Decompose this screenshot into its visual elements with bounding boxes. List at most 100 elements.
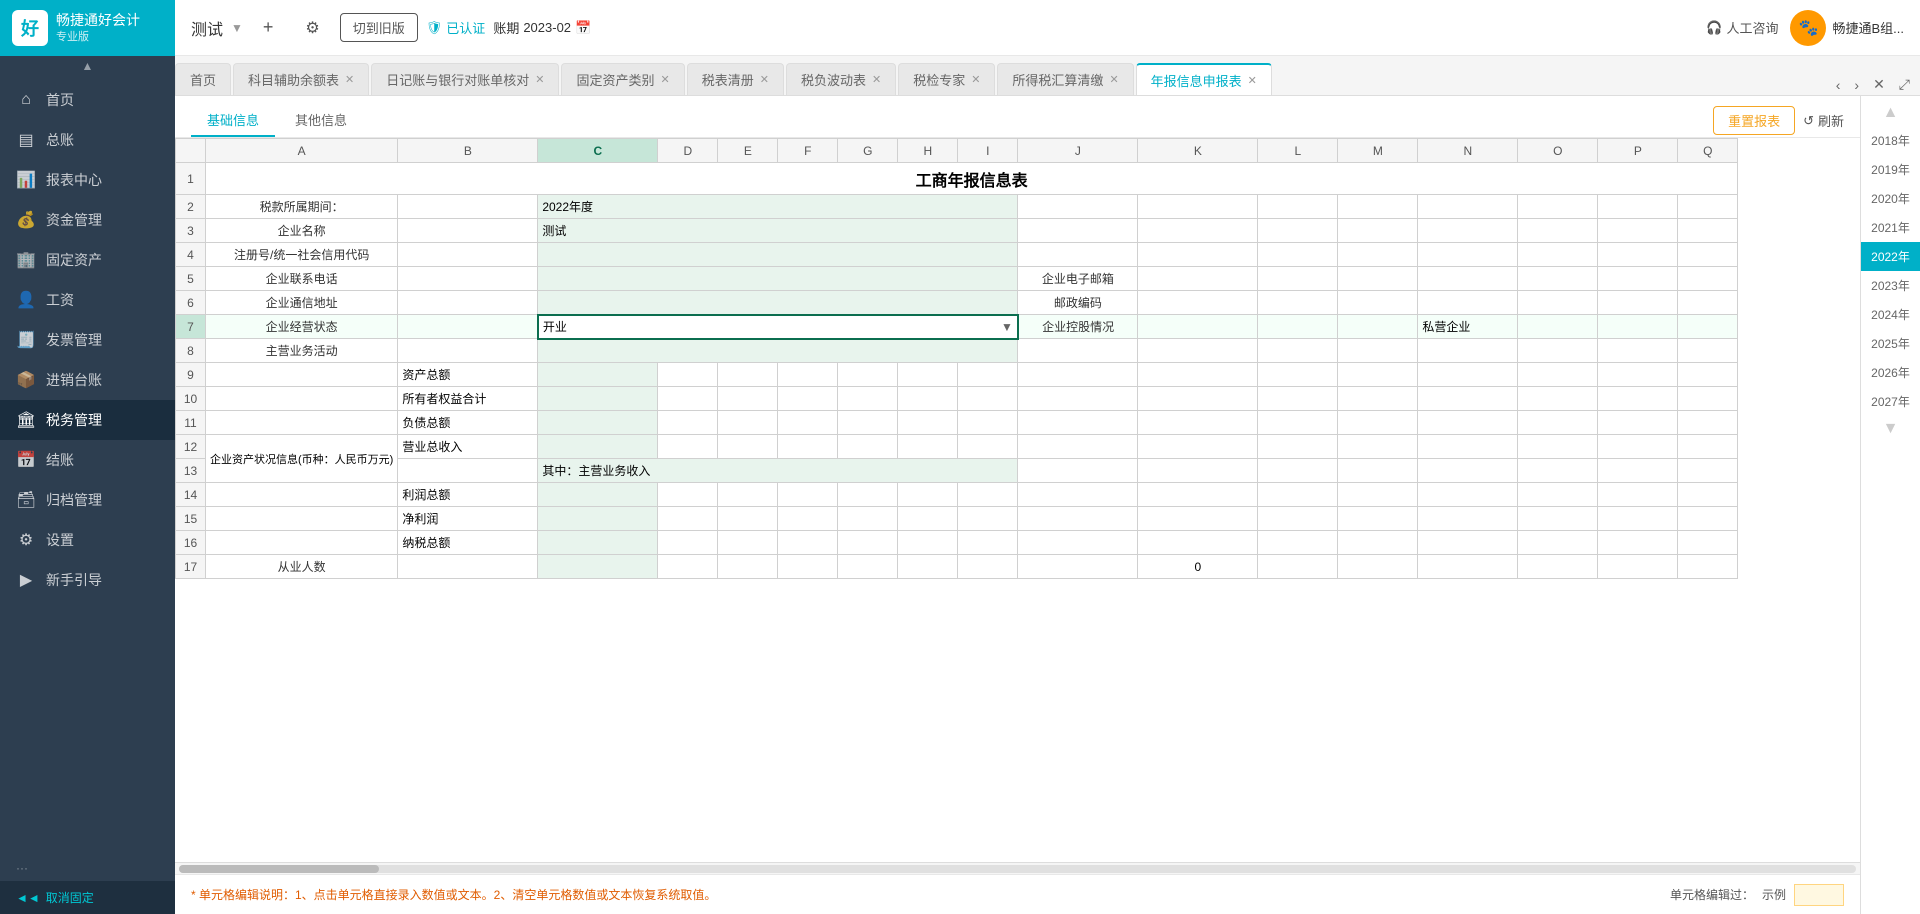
col-header-K[interactable]: K (1138, 139, 1258, 163)
cell-14-O[interactable] (1518, 483, 1598, 507)
tab-tax-clear-close[interactable]: ✕ (760, 73, 769, 86)
cell-9-F[interactable] (778, 363, 838, 387)
refresh-button[interactable]: ↺ 刷新 (1803, 111, 1844, 130)
cell-4-B[interactable] (398, 243, 538, 267)
tab-income-tax-close[interactable]: ✕ (1109, 73, 1118, 86)
col-header-C[interactable]: C (538, 139, 658, 163)
cell-10-B[interactable]: 所有者权益合计 (398, 387, 538, 411)
cell-6-O[interactable] (1518, 291, 1598, 315)
cell-7-Q[interactable] (1678, 315, 1738, 339)
tab-journal[interactable]: 日记账与银行对账单核对 ✕ (371, 63, 559, 95)
cell-17-P[interactable] (1598, 555, 1678, 579)
cell-16-C[interactable] (538, 531, 658, 555)
cell-13-L[interactable] (1258, 459, 1338, 483)
cell-7-J[interactable]: 企业控股情况 (1018, 315, 1138, 339)
cell-2-N[interactable] (1418, 195, 1518, 219)
cell-14-I[interactable] (958, 483, 1018, 507)
cell-5-L[interactable] (1258, 267, 1338, 291)
year-item-2020[interactable]: 2020年 (1861, 184, 1920, 213)
cell-8-C[interactable] (538, 339, 1018, 363)
cell-2-B[interactable] (398, 195, 538, 219)
cell-11-F[interactable] (778, 411, 838, 435)
cell-9-D[interactable] (658, 363, 718, 387)
cell-4-L[interactable] (1258, 243, 1338, 267)
cell-16-Q[interactable] (1678, 531, 1738, 555)
sidebar-item-stock[interactable]: 📦 进销台账 (0, 360, 175, 400)
cell-13-K[interactable] (1138, 459, 1258, 483)
col-header-P[interactable]: P (1598, 139, 1678, 163)
add-button[interactable]: + (251, 13, 286, 42)
cell-12-E[interactable] (718, 435, 778, 459)
sidebar-item-tax[interactable]: 🏛 税务管理 (0, 400, 175, 440)
cell-2-K[interactable] (1138, 195, 1258, 219)
cell-10-K[interactable] (1138, 387, 1258, 411)
tab-tax-wave[interactable]: 税负波动表 ✕ (786, 63, 896, 95)
sidebar-item-more[interactable]: ··· (0, 855, 175, 881)
cell-9-G[interactable] (838, 363, 898, 387)
cell-11-O[interactable] (1518, 411, 1598, 435)
cell-17-G[interactable] (838, 555, 898, 579)
cell-10-L[interactable] (1258, 387, 1338, 411)
cell-17-F[interactable] (778, 555, 838, 579)
cell-11-P[interactable] (1598, 411, 1678, 435)
cell-9-K[interactable] (1138, 363, 1258, 387)
cell-5-B[interactable] (398, 267, 538, 291)
cell-4-J[interactable] (1018, 243, 1138, 267)
cell-8-B[interactable] (398, 339, 538, 363)
sidebar-item-invoice[interactable]: 🧾 发票管理 (0, 320, 175, 360)
tab-scroll-right[interactable]: › (1848, 75, 1865, 95)
cell-17-Q[interactable] (1678, 555, 1738, 579)
cell-4-P[interactable] (1598, 243, 1678, 267)
cell-15-H[interactable] (898, 507, 958, 531)
cell-6-P[interactable] (1598, 291, 1678, 315)
cell-11-C[interactable] (538, 411, 658, 435)
cell-10-O[interactable] (1518, 387, 1598, 411)
switch-old-version-button[interactable]: 切到旧版 (340, 13, 418, 42)
cell-12-D[interactable] (658, 435, 718, 459)
cell-14-J[interactable] (1018, 483, 1138, 507)
sidebar-item-archive[interactable]: 🗃 归档管理 (0, 480, 175, 520)
cell-3-B[interactable] (398, 219, 538, 243)
tab-tax-expert[interactable]: 税检专家 ✕ (898, 63, 995, 95)
scroll-thumb[interactable] (179, 865, 379, 873)
cell-11-I[interactable] (958, 411, 1018, 435)
cell-12-L[interactable] (1258, 435, 1338, 459)
tab-annual-report-close[interactable]: ✕ (1248, 74, 1257, 87)
cell-11-J[interactable] (1018, 411, 1138, 435)
cell-14-L[interactable] (1258, 483, 1338, 507)
cell-6-A[interactable]: 企业通信地址 (206, 291, 398, 315)
cell-10-D[interactable] (658, 387, 718, 411)
cell-12-I[interactable] (958, 435, 1018, 459)
cell-16-N[interactable] (1418, 531, 1518, 555)
cell-9-N[interactable] (1418, 363, 1518, 387)
col-header-D[interactable]: D (658, 139, 718, 163)
cell-17-N[interactable] (1418, 555, 1518, 579)
tab-aux[interactable]: 科目辅助余额表 ✕ (233, 63, 369, 95)
sidebar-item-asset[interactable]: 🏢 固定资产 (0, 240, 175, 280)
tab-maximize[interactable]: ⤢ (1893, 74, 1916, 95)
cell-9-B[interactable]: 资产总额 (398, 363, 538, 387)
cell-11-A[interactable] (206, 411, 398, 435)
cell-14-B[interactable]: 利润总额 (398, 483, 538, 507)
year-item-2025[interactable]: 2025年 (1861, 329, 1920, 358)
col-header-A[interactable]: A (206, 139, 398, 163)
tab-close-all[interactable]: ✕ (1867, 74, 1891, 95)
cell-14-E[interactable] (718, 483, 778, 507)
cell-10-Q[interactable] (1678, 387, 1738, 411)
cell-3-J[interactable] (1018, 219, 1138, 243)
cell-9-M[interactable] (1338, 363, 1418, 387)
cell-14-A[interactable] (206, 483, 398, 507)
tab-income-tax[interactable]: 所得税汇算清缴 ✕ (997, 63, 1133, 95)
cell-16-A[interactable] (206, 531, 398, 555)
cell-13-M[interactable] (1338, 459, 1418, 483)
cell-8-M[interactable] (1338, 339, 1418, 363)
cell-5-C[interactable] (538, 267, 1018, 291)
cell-8-A[interactable]: 主营业务活动 (206, 339, 398, 363)
cell-15-P[interactable] (1598, 507, 1678, 531)
cell-15-J[interactable] (1018, 507, 1138, 531)
cell-16-K[interactable] (1138, 531, 1258, 555)
cell-7-B[interactable] (398, 315, 538, 339)
tab-fixed-cat-close[interactable]: ✕ (661, 73, 670, 86)
cell-8-O[interactable] (1518, 339, 1598, 363)
cell-5-P[interactable] (1598, 267, 1678, 291)
